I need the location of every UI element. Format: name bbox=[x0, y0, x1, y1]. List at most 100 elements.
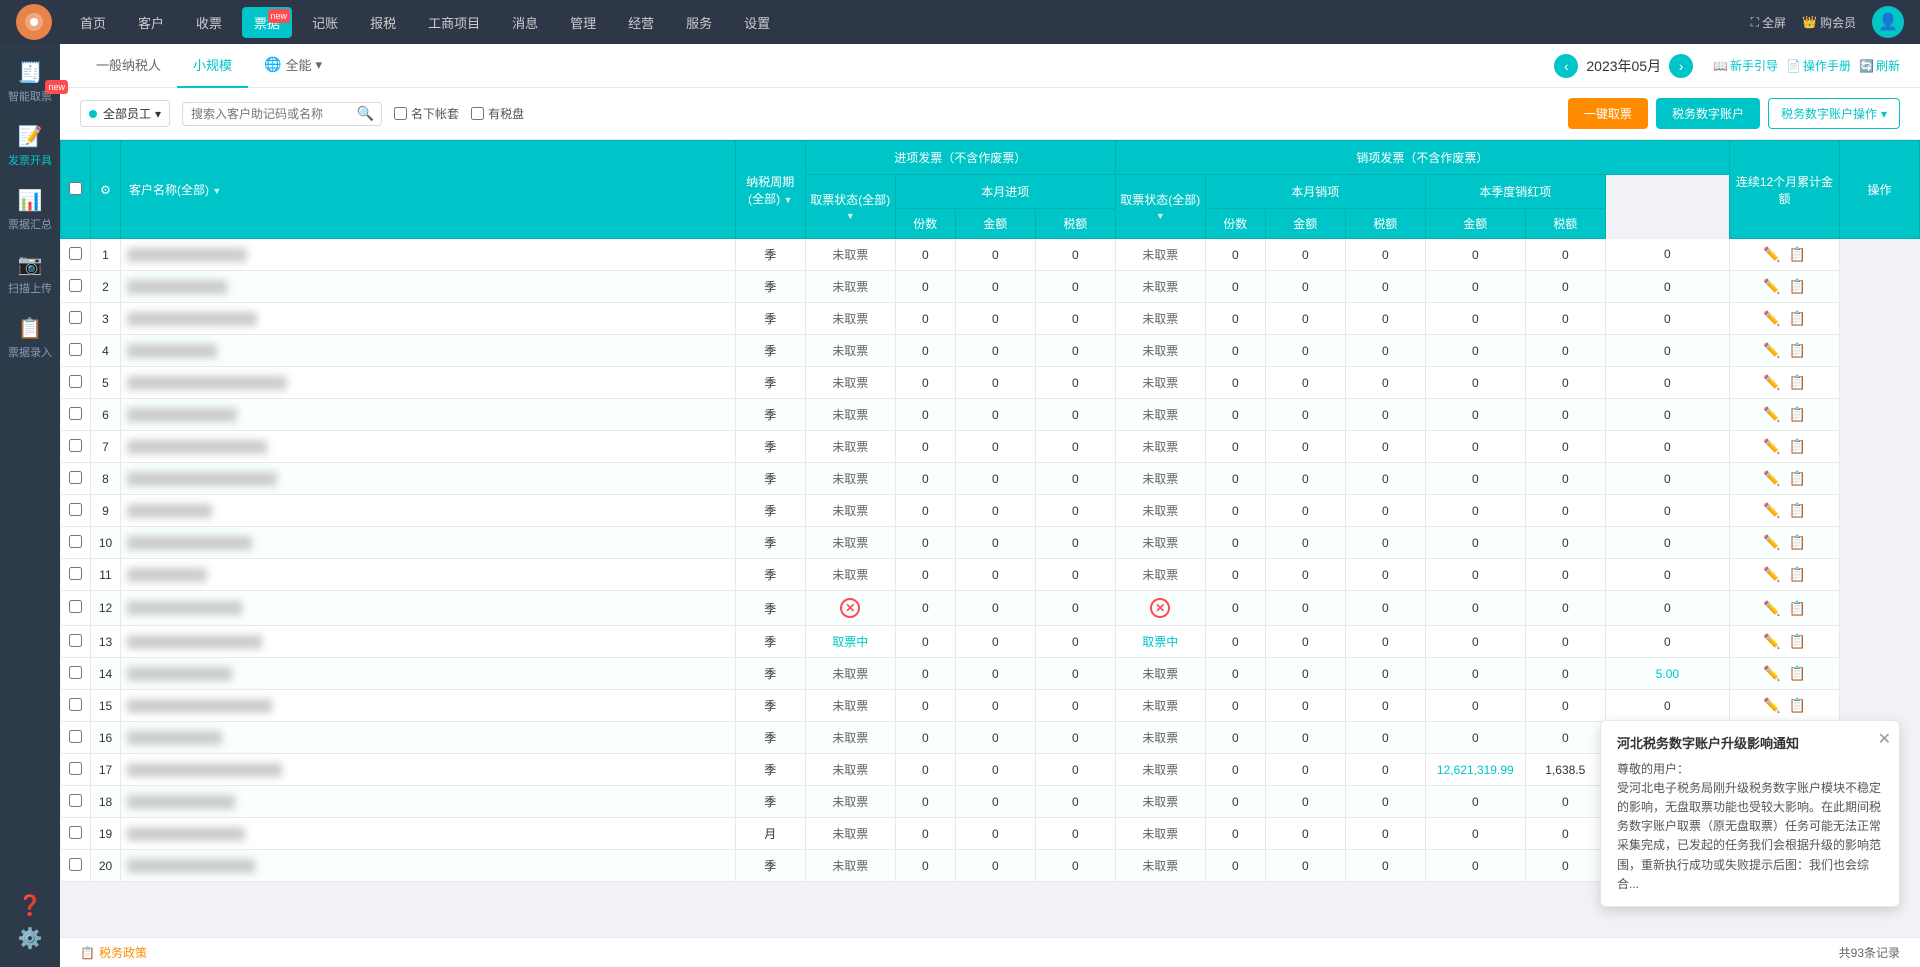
edit-icon[interactable]: ✏️ bbox=[1763, 534, 1780, 551]
edit-icon[interactable]: ✏️ bbox=[1763, 438, 1780, 455]
user-avatar[interactable]: 👤 bbox=[1872, 6, 1904, 38]
sidebar-invoice-entry[interactable]: 📋 票据录入 bbox=[2, 308, 58, 368]
row-select-checkbox[interactable] bbox=[69, 730, 82, 743]
edit-icon[interactable]: ✏️ bbox=[1763, 697, 1780, 714]
copy-icon[interactable]: 📋 bbox=[1789, 374, 1806, 391]
edit-icon[interactable]: ✏️ bbox=[1763, 665, 1780, 682]
edit-icon[interactable]: ✏️ bbox=[1763, 278, 1780, 295]
row-select-checkbox[interactable] bbox=[69, 535, 82, 548]
nav-accounting[interactable]: 记账 bbox=[300, 7, 350, 38]
row-select-checkbox[interactable] bbox=[69, 858, 82, 871]
row-select-checkbox[interactable] bbox=[69, 567, 82, 580]
nav-clients[interactable]: 客户 bbox=[126, 7, 176, 38]
row-select-checkbox[interactable] bbox=[69, 343, 82, 356]
edit-icon[interactable]: ✏️ bbox=[1763, 310, 1780, 327]
tax-digital-op-btn[interactable]: 税务数字账户操作 ▾ bbox=[1768, 98, 1900, 129]
sidebar-bottom: ❓ ⚙️ bbox=[18, 893, 43, 967]
copy-icon[interactable]: 📋 bbox=[1789, 470, 1806, 487]
tax-period-cell: 季 bbox=[735, 786, 805, 818]
my-statement-checkbox[interactable]: 名下帐套 bbox=[394, 105, 459, 122]
edit-icon[interactable]: ✏️ bbox=[1763, 633, 1780, 650]
customer-filter-icon[interactable]: ▼ bbox=[212, 186, 221, 196]
edit-icon[interactable]: ✏️ bbox=[1763, 246, 1780, 263]
nav-manage[interactable]: 管理 bbox=[558, 7, 608, 38]
row-select-checkbox[interactable] bbox=[69, 503, 82, 516]
tax-digital-btn[interactable]: 税务数字账户 bbox=[1656, 98, 1760, 129]
edit-icon[interactable]: ✏️ bbox=[1763, 502, 1780, 519]
copy-icon[interactable]: 📋 bbox=[1789, 278, 1806, 295]
edit-icon[interactable]: ✏️ bbox=[1763, 374, 1780, 391]
copy-icon[interactable]: 📋 bbox=[1789, 697, 1806, 714]
refresh-btn[interactable]: 🔄 刷新 bbox=[1859, 57, 1900, 74]
copy-icon[interactable]: 📋 bbox=[1789, 342, 1806, 359]
row-select-checkbox[interactable] bbox=[69, 698, 82, 711]
help-icon[interactable]: ❓ bbox=[18, 893, 43, 918]
row-select-checkbox[interactable] bbox=[69, 375, 82, 388]
next-month-btn[interactable]: › bbox=[1669, 54, 1693, 78]
copy-icon[interactable]: 📋 bbox=[1789, 310, 1806, 327]
row-select-checkbox[interactable] bbox=[69, 439, 82, 452]
copy-icon[interactable]: 📋 bbox=[1789, 633, 1806, 650]
tax-policy-link[interactable]: 📋 税务政策 bbox=[80, 944, 147, 961]
sidebar-smart-invoice[interactable]: 🧾 智能取票 new bbox=[2, 52, 58, 112]
copy-icon[interactable]: 📋 bbox=[1789, 534, 1806, 551]
settings-icon[interactable]: ⚙️ bbox=[18, 926, 43, 951]
in-tax-header: 税额 bbox=[1035, 209, 1115, 239]
search-input[interactable] bbox=[182, 102, 382, 126]
copy-icon[interactable]: 📋 bbox=[1789, 246, 1806, 263]
member-btn[interactable]: 👑 购会员 bbox=[1802, 14, 1856, 31]
row-select-checkbox[interactable] bbox=[69, 279, 82, 292]
edit-icon[interactable]: ✏️ bbox=[1763, 406, 1780, 423]
copy-icon[interactable]: 📋 bbox=[1789, 600, 1806, 617]
nav-service[interactable]: 服务 bbox=[674, 7, 724, 38]
nav-tickets[interactable]: 票据 new bbox=[242, 7, 292, 38]
tab-general[interactable]: 一般纳税人 bbox=[80, 44, 177, 88]
select-all-checkbox[interactable] bbox=[69, 182, 82, 195]
fullscreen-btn[interactable]: ⛶ 全屏 bbox=[1751, 14, 1786, 31]
one-click-ticket-btn[interactable]: 一键取票 bbox=[1568, 98, 1648, 129]
row-select-checkbox[interactable] bbox=[69, 311, 82, 324]
row-select-checkbox[interactable] bbox=[69, 471, 82, 484]
manual-btn[interactable]: 📄 操作手册 bbox=[1786, 57, 1851, 74]
nav-business[interactable]: 工商项目 bbox=[416, 7, 492, 38]
edit-icon[interactable]: ✏️ bbox=[1763, 566, 1780, 583]
nav-tax[interactable]: 报税 bbox=[358, 7, 408, 38]
nav-settings[interactable]: 设置 bbox=[732, 7, 782, 38]
nav-invoice[interactable]: 收票 bbox=[184, 7, 234, 38]
nav-message[interactable]: 消息 bbox=[500, 7, 550, 38]
status-unget: 未取票 bbox=[832, 376, 868, 390]
row-select-checkbox[interactable] bbox=[69, 666, 82, 679]
row-select-checkbox[interactable] bbox=[69, 794, 82, 807]
last12-cell: 0 bbox=[1605, 367, 1729, 399]
row-select-checkbox[interactable] bbox=[69, 634, 82, 647]
new-guide-btn[interactable]: 📖 新手引导 bbox=[1713, 57, 1778, 74]
edit-icon[interactable]: ✏️ bbox=[1763, 342, 1780, 359]
edit-icon[interactable]: ✏️ bbox=[1763, 470, 1780, 487]
row-select-checkbox[interactable] bbox=[69, 826, 82, 839]
row-select-checkbox[interactable] bbox=[69, 247, 82, 260]
tab-small[interactable]: 小规模 bbox=[177, 44, 248, 88]
has-tax-checkbox[interactable]: 有税盘 bbox=[471, 105, 524, 122]
out-count-cell: 0 bbox=[1205, 463, 1265, 495]
copy-icon[interactable]: 📋 bbox=[1789, 406, 1806, 423]
action-cell: ✏️ 📋 bbox=[1730, 367, 1840, 399]
sidebar-scan-upload[interactable]: 📷 扫描上传 bbox=[2, 244, 58, 304]
employee-filter[interactable]: 全部员工 ▾ bbox=[80, 100, 170, 127]
notification-close-btn[interactable]: ✕ bbox=[1878, 729, 1891, 749]
sidebar-invoice-open[interactable]: 📝 发票开具 bbox=[2, 116, 58, 176]
row-select-checkbox[interactable] bbox=[69, 600, 82, 613]
sidebar-invoice-summary[interactable]: 📊 票据汇总 bbox=[2, 180, 58, 240]
copy-icon[interactable]: 📋 bbox=[1789, 438, 1806, 455]
prev-month-btn[interactable]: ‹ bbox=[1554, 54, 1578, 78]
nav-operation[interactable]: 经营 bbox=[616, 7, 666, 38]
tax-period-filter-icon[interactable]: ▼ bbox=[784, 195, 793, 205]
copy-icon[interactable]: 📋 bbox=[1789, 665, 1806, 682]
tab-all[interactable]: 🌐 全能 ▾ bbox=[248, 44, 338, 88]
copy-icon[interactable]: 📋 bbox=[1789, 502, 1806, 519]
nav-home[interactable]: 首页 bbox=[68, 7, 118, 38]
row-select-checkbox[interactable] bbox=[69, 762, 82, 775]
copy-icon[interactable]: 📋 bbox=[1789, 566, 1806, 583]
in-tax-cell: 0 bbox=[1035, 527, 1115, 559]
row-select-checkbox[interactable] bbox=[69, 407, 82, 420]
edit-icon[interactable]: ✏️ bbox=[1763, 600, 1780, 617]
